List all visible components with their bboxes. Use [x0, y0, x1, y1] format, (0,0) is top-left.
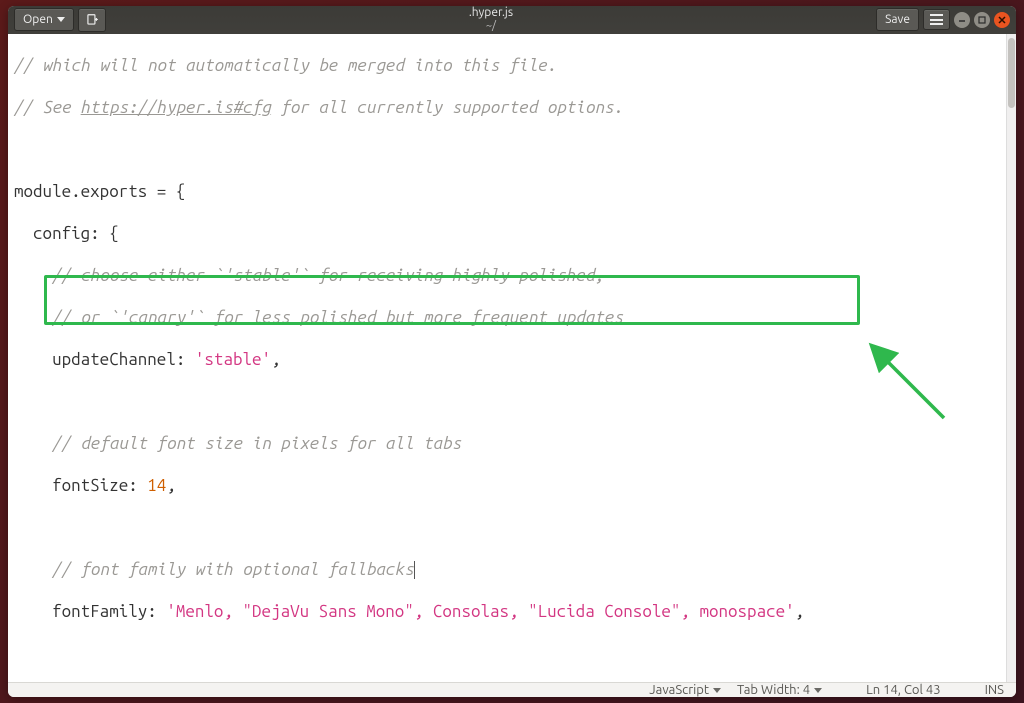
code-line: // default font size in pixels for all t… [14, 434, 461, 453]
window-close-button[interactable] [994, 12, 1010, 28]
new-document-icon [85, 13, 99, 27]
code-line: fontSize: [14, 476, 147, 495]
statusbar: JavaScript Tab Width: 4 Ln 14, Col 43 IN… [8, 682, 1016, 697]
text-cursor [414, 561, 415, 579]
code-line: module.exports = { [14, 182, 185, 201]
window-title: .hyper.js [110, 6, 872, 20]
annotation-highlight [44, 275, 860, 325]
status-language-label: JavaScript [649, 683, 709, 697]
code-line: // which will not automatically be merge… [14, 56, 557, 75]
scrollbar-thumb[interactable] [1008, 38, 1015, 108]
code-line: // font family with optional fallbacks [14, 560, 414, 579]
code-string: 'stable' [195, 350, 271, 369]
titlebar: Open .hyper.js ~/ Save [8, 6, 1016, 34]
code-line: // See [14, 98, 81, 117]
code-line: fontFamily: [14, 602, 166, 621]
save-button[interactable]: Save [876, 8, 919, 31]
status-tabwidth-selector[interactable]: Tab Width: 4 [737, 683, 822, 697]
status-insert-mode[interactable]: INS [985, 683, 1004, 697]
hamburger-menu-button[interactable] [923, 9, 950, 30]
open-button-label: Open [23, 13, 53, 26]
window-subtitle: ~/ [110, 20, 872, 33]
chevron-down-icon [713, 688, 721, 693]
status-language-selector[interactable]: JavaScript [649, 683, 721, 697]
vertical-scrollbar[interactable] [1006, 34, 1016, 682]
chevron-down-icon [57, 17, 65, 22]
new-document-button[interactable] [78, 8, 106, 32]
window-minimize-button[interactable] [954, 12, 970, 28]
status-insert-label: INS [985, 683, 1004, 697]
status-cursor-position[interactable]: Ln 14, Col 43 [866, 683, 940, 697]
editor-viewport[interactable]: // which will not automatically be merge… [8, 34, 1016, 682]
code-number: 14 [147, 476, 166, 495]
editor-window: Open .hyper.js ~/ Save [8, 6, 1016, 697]
chevron-down-icon [814, 688, 822, 693]
code-punct: , [271, 350, 281, 369]
code-editor[interactable]: // which will not automatically be merge… [8, 34, 1016, 682]
code-string: 'Menlo, "DejaVu Sans Mono", Consolas, "L… [166, 602, 794, 621]
save-button-label: Save [885, 13, 910, 26]
code-punct: , [795, 602, 805, 621]
hamburger-icon [930, 14, 943, 25]
status-tabwidth-label: Tab Width: 4 [737, 683, 810, 697]
status-position-label: Ln 14, Col 43 [866, 683, 940, 697]
code-line: updateChannel: [14, 350, 195, 369]
open-button[interactable]: Open [14, 8, 74, 31]
code-punct: , [166, 476, 176, 495]
window-maximize-button[interactable] [974, 12, 990, 28]
code-line: for all currently supported options. [271, 98, 623, 117]
code-url: https://hyper.is#cfg [81, 98, 271, 117]
code-line: config: { [14, 224, 119, 243]
